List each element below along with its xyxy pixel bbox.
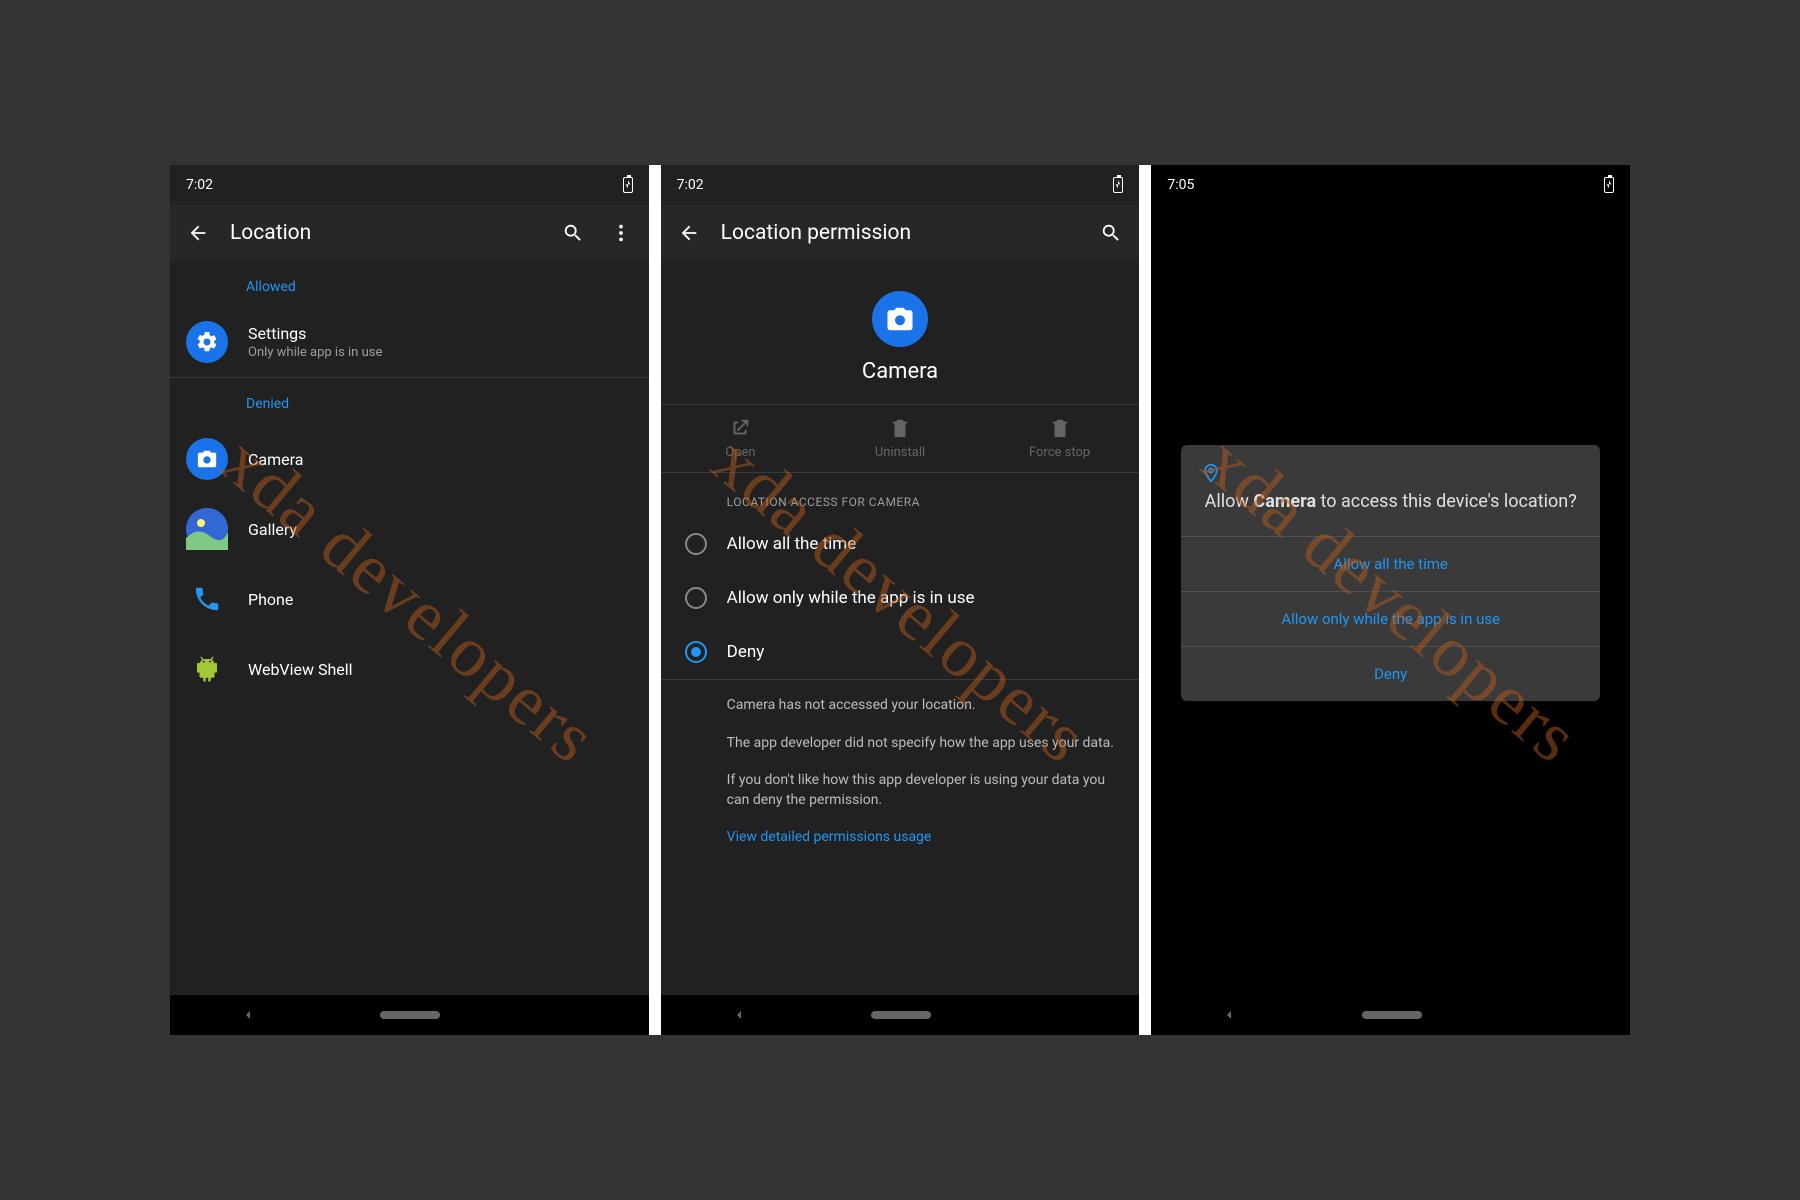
- page-title: Location: [222, 221, 549, 245]
- app-bar: Location permission: [661, 205, 1140, 261]
- open-button: Open: [661, 405, 821, 472]
- search-button[interactable]: [1087, 209, 1135, 257]
- app-row-camera[interactable]: Camera: [170, 424, 649, 494]
- battery-icon: [1604, 177, 1614, 193]
- app-row-webview[interactable]: WebView Shell: [170, 634, 649, 704]
- android-icon: [186, 648, 228, 690]
- radio-icon: [685, 641, 707, 663]
- nav-recents-icon[interactable]: [565, 1008, 579, 1022]
- action-label: Open: [725, 445, 755, 460]
- dialog-option-allow-while-use[interactable]: Allow only while the app is in use: [1181, 592, 1600, 647]
- app-name: Gallery: [248, 520, 297, 539]
- dialog-option-allow-all[interactable]: Allow all the time: [1181, 537, 1600, 592]
- location-pin-icon: [1201, 463, 1580, 483]
- uninstall-button: Uninstall: [820, 405, 980, 472]
- nav-back-icon[interactable]: [240, 1007, 256, 1023]
- screenshot-location-settings: 7:02 Location Allowed Settings: [170, 165, 649, 1035]
- back-button[interactable]: [665, 209, 713, 257]
- search-button[interactable]: [549, 209, 597, 257]
- phone-icon: [186, 578, 228, 620]
- app-row-settings[interactable]: Settings Only while app is in use: [170, 307, 649, 377]
- app-bar: Location: [170, 205, 649, 261]
- app-name: Camera: [248, 450, 303, 469]
- permission-dialog: Allow Camera to access this device's loc…: [1181, 445, 1600, 701]
- info-block: Camera has not accessed your location. T…: [661, 680, 1140, 848]
- action-label: Force stop: [1029, 445, 1090, 460]
- clock: 7:02: [677, 177, 704, 193]
- section-allowed: Allowed: [170, 261, 649, 307]
- screenshot-permission-dialog: 7:05 Allow Camera to access this device'…: [1151, 165, 1630, 1035]
- nav-home-pill[interactable]: [871, 1011, 931, 1019]
- app-name: Camera: [862, 359, 938, 384]
- nav-bar: [661, 995, 1140, 1035]
- app-name: Phone: [248, 590, 293, 609]
- radio-icon: [685, 533, 707, 555]
- section-label: LOCATION ACCESS FOR CAMERA: [661, 473, 1140, 517]
- overflow-menu-button[interactable]: [597, 209, 645, 257]
- status-bar: 7:05: [1151, 165, 1630, 205]
- clock: 7:05: [1167, 177, 1194, 193]
- app-hero: Camera: [661, 261, 1140, 404]
- radio-icon: [685, 587, 707, 609]
- battery-icon: [1113, 177, 1123, 193]
- screenshot-location-permission: 7:02 Location permission Camera O: [661, 165, 1140, 1035]
- dialog-header: Allow Camera to access this device's loc…: [1181, 445, 1600, 537]
- app-name: Settings: [248, 324, 382, 343]
- section-denied: Denied: [170, 378, 649, 424]
- status-bar: 7:02: [661, 165, 1140, 205]
- nav-recents-icon[interactable]: [1546, 1008, 1560, 1022]
- app-subtitle: Only while app is in use: [248, 345, 382, 360]
- info-text: If you don't like how this app developer…: [727, 771, 1116, 810]
- app-name: WebView Shell: [248, 660, 353, 679]
- battery-icon: [623, 177, 633, 193]
- info-text: The app developer did not specify how th…: [727, 734, 1116, 754]
- clock: 7:02: [186, 177, 213, 193]
- force-stop-button: Force stop: [980, 405, 1140, 472]
- camera-icon: [186, 438, 228, 480]
- back-button[interactable]: [174, 209, 222, 257]
- content-area: Allowed Settings Only while app is in us…: [170, 261, 649, 995]
- content-area: Camera Open Uninstall Force stop LOCATIO…: [661, 261, 1140, 995]
- action-row: Open Uninstall Force stop: [661, 404, 1140, 473]
- dialog-message: Allow Camera to access this device's loc…: [1201, 489, 1580, 514]
- action-label: Uninstall: [875, 445, 925, 460]
- nav-recents-icon[interactable]: [1055, 1008, 1069, 1022]
- info-text: Camera has not accessed your location.: [727, 696, 1116, 716]
- view-details-link[interactable]: View detailed permissions usage: [727, 828, 1116, 848]
- content-area: Allow Camera to access this device's loc…: [1151, 205, 1630, 995]
- app-row-phone[interactable]: Phone: [170, 564, 649, 634]
- radio-allow-all[interactable]: Allow all the time: [661, 517, 1140, 571]
- radio-deny[interactable]: Deny: [661, 625, 1140, 679]
- status-bar: 7:02: [170, 165, 649, 205]
- nav-home-pill[interactable]: [380, 1011, 440, 1019]
- nav-home-pill[interactable]: [1362, 1011, 1422, 1019]
- nav-bar: [1151, 995, 1630, 1035]
- app-row-gallery[interactable]: Gallery: [170, 494, 649, 564]
- dialog-option-deny[interactable]: Deny: [1181, 647, 1600, 701]
- radio-label: Allow only while the app is in use: [727, 588, 975, 608]
- nav-bar: [170, 995, 649, 1035]
- gear-icon: [186, 321, 228, 363]
- nav-back-icon[interactable]: [1221, 1007, 1237, 1023]
- page-title: Location permission: [713, 221, 1088, 245]
- radio-allow-while-use[interactable]: Allow only while the app is in use: [661, 571, 1140, 625]
- camera-icon: [872, 291, 928, 347]
- radio-label: Deny: [727, 642, 765, 662]
- radio-label: Allow all the time: [727, 534, 857, 554]
- gallery-icon: [186, 508, 228, 550]
- nav-back-icon[interactable]: [731, 1007, 747, 1023]
